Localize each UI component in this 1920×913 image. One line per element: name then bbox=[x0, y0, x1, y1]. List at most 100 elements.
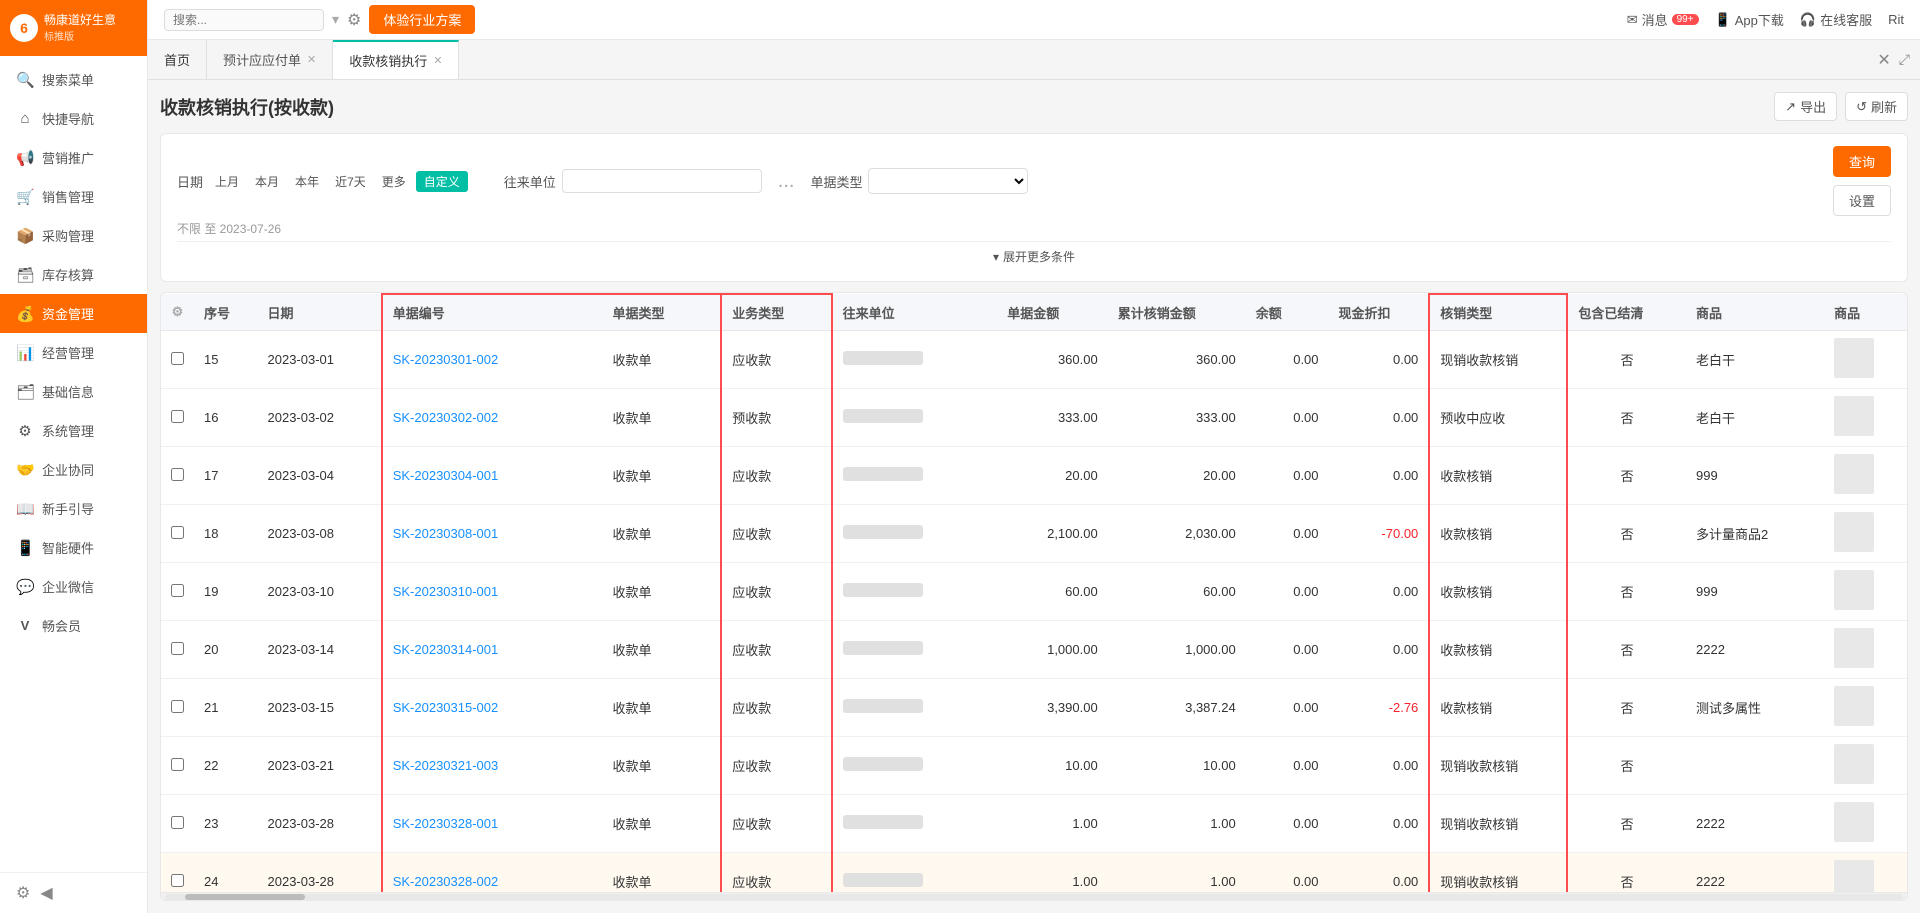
sidebar-item-hardware[interactable]: 📱 智能硬件 bbox=[0, 528, 147, 567]
sidebar-item-inventory[interactable]: 🗃 库存核算 bbox=[0, 255, 147, 294]
td-bill-no: SK-20230328-001 bbox=[382, 795, 603, 853]
td-accum-amount: 60.00 bbox=[1108, 563, 1246, 621]
bill-no-link[interactable]: SK-20230302-002 bbox=[393, 410, 499, 425]
th-settings[interactable]: ⚙ bbox=[161, 294, 194, 331]
td-amount: 333.00 bbox=[997, 389, 1107, 447]
td-checkbox[interactable] bbox=[161, 679, 194, 737]
tab-home[interactable]: 首页 bbox=[148, 40, 207, 79]
settings-icon[interactable]: ⚙ bbox=[16, 883, 30, 903]
date-btn-this-year[interactable]: 本年 bbox=[289, 171, 325, 192]
td-goods: 老白干 bbox=[1686, 331, 1824, 389]
td-goods2 bbox=[1824, 795, 1907, 853]
date-btn-this-month[interactable]: 本月 bbox=[249, 171, 285, 192]
sidebar-item-enterprise[interactable]: 🤝 企业协同 bbox=[0, 450, 147, 489]
td-checkbox[interactable] bbox=[161, 621, 194, 679]
bill-no-link[interactable]: SK-20230304-001 bbox=[393, 468, 499, 483]
export-button[interactable]: ↗ 导出 bbox=[1774, 92, 1837, 121]
sidebar-item-wechat[interactable]: 💬 企业微信 bbox=[0, 567, 147, 606]
sidebar-item-operation[interactable]: 📊 经营管理 bbox=[0, 333, 147, 372]
td-date: 2023-03-08 bbox=[258, 505, 382, 563]
th-verify-type: 核销类型 bbox=[1429, 294, 1567, 331]
horizontal-scrollbar[interactable] bbox=[161, 892, 1907, 900]
sidebar-item-purchase[interactable]: 📦 采购管理 bbox=[0, 216, 147, 255]
td-checkbox[interactable] bbox=[161, 795, 194, 853]
refresh-button[interactable]: ↺ 刷新 bbox=[1845, 92, 1908, 121]
td-biz-type: 应收款 bbox=[721, 505, 831, 563]
sidebar-item-system[interactable]: ⚙ 系统管理 bbox=[0, 411, 147, 450]
filter-settings-button[interactable]: 设置 bbox=[1833, 185, 1891, 216]
sidebar-item-quick-nav[interactable]: ⌂ 快捷导航 bbox=[0, 99, 147, 138]
solution-button[interactable]: 体验行业方案 bbox=[369, 5, 475, 34]
td-amount: 360.00 bbox=[997, 331, 1107, 389]
td-no: 23 bbox=[194, 795, 258, 853]
bill-no-link[interactable]: SK-20230328-002 bbox=[393, 874, 499, 889]
td-checkbox[interactable] bbox=[161, 389, 194, 447]
tab-pending-close[interactable]: ✕ bbox=[307, 53, 316, 66]
td-checkbox[interactable] bbox=[161, 563, 194, 621]
partner-filter-input[interactable] bbox=[562, 169, 762, 193]
online-service-link[interactable]: 🎧 在线客服 bbox=[1800, 10, 1872, 29]
tab-pending[interactable]: 预计应应付单 ✕ bbox=[207, 40, 333, 79]
filter-more-dots[interactable]: ... bbox=[778, 170, 795, 193]
bill-no-link[interactable]: SK-20230310-001 bbox=[393, 584, 499, 599]
td-goods2 bbox=[1824, 621, 1907, 679]
tab-receipt-exec[interactable]: 收款核销执行 ✕ bbox=[333, 40, 459, 79]
th-goods: 商品 bbox=[1686, 294, 1824, 331]
td-goods2 bbox=[1824, 853, 1907, 893]
td-include-settled: 否 bbox=[1567, 505, 1686, 563]
table-container[interactable]: ⚙ 序号 日期 单据编号 单据类型 业务类型 往来单位 单据金额 累计核销金额 … bbox=[161, 293, 1907, 892]
bill-no-link[interactable]: SK-20230321-003 bbox=[393, 758, 499, 773]
table-row: 17 2023-03-04 SK-20230304-001 收款单 应收款 20… bbox=[161, 447, 1907, 505]
bill-no-link[interactable]: SK-20230314-001 bbox=[393, 642, 499, 657]
tabbar-expand-icon[interactable]: ⤢ bbox=[1899, 51, 1910, 68]
app-download-link[interactable]: 📱 App下载 bbox=[1715, 10, 1784, 29]
bill-type-filter-select[interactable] bbox=[868, 168, 1028, 194]
td-no: 19 bbox=[194, 563, 258, 621]
sidebar-item-marketing[interactable]: 📢 营销推广 bbox=[0, 138, 147, 177]
td-cash-discount: -2.76 bbox=[1329, 679, 1430, 737]
th-include-settled: 包含已结清 bbox=[1567, 294, 1686, 331]
sidebar-item-guide[interactable]: 📖 新手引导 bbox=[0, 489, 147, 528]
td-checkbox[interactable] bbox=[161, 505, 194, 563]
user-account[interactable]: Rit bbox=[1888, 12, 1904, 27]
message-button[interactable]: ✉ 消息 99+ bbox=[1627, 10, 1699, 29]
td-checkbox[interactable] bbox=[161, 853, 194, 893]
td-checkbox[interactable] bbox=[161, 447, 194, 505]
collapse-icon[interactable]: ◀ bbox=[40, 883, 52, 903]
query-button[interactable]: 查询 bbox=[1833, 146, 1891, 177]
sidebar-item-search[interactable]: 🔍 搜索菜单 bbox=[0, 60, 147, 99]
sidebar-item-sales[interactable]: 🛒 销售管理 bbox=[0, 177, 147, 216]
bill-no-link[interactable]: SK-20230315-002 bbox=[393, 700, 499, 715]
td-accum-amount: 360.00 bbox=[1108, 331, 1246, 389]
message-badge: 99+ bbox=[1672, 14, 1699, 25]
td-balance: 0.00 bbox=[1246, 505, 1329, 563]
bill-no-link[interactable]: SK-20230328-001 bbox=[393, 816, 499, 831]
td-partner bbox=[832, 853, 998, 893]
filter-expand-btn[interactable]: ▾ 展开更多条件 bbox=[177, 241, 1891, 269]
td-checkbox[interactable] bbox=[161, 737, 194, 795]
date-btn-custom[interactable]: 自定义 bbox=[416, 171, 468, 192]
sidebar-item-member[interactable]: V 畅会员 bbox=[0, 606, 147, 645]
td-include-settled: 否 bbox=[1567, 447, 1686, 505]
td-include-settled: 否 bbox=[1567, 331, 1686, 389]
bill-no-link[interactable]: SK-20230308-001 bbox=[393, 526, 499, 541]
td-verify-type: 收款核销 bbox=[1429, 447, 1567, 505]
th-date: 日期 bbox=[258, 294, 382, 331]
date-btn-more[interactable]: 更多 bbox=[376, 171, 412, 192]
tab-receipt-close[interactable]: ✕ bbox=[433, 54, 442, 67]
sidebar-item-finance[interactable]: 💰 资金管理 bbox=[0, 294, 147, 333]
sidebar-item-basic[interactable]: 🗂 基础信息 bbox=[0, 372, 147, 411]
bill-no-link[interactable]: SK-20230301-002 bbox=[393, 352, 499, 367]
app-label: App下载 bbox=[1735, 10, 1784, 29]
scrollbar-thumb[interactable] bbox=[185, 894, 305, 900]
date-btn-last-month[interactable]: 上月 bbox=[209, 171, 245, 192]
topbar-gear-icon[interactable]: ⚙ bbox=[347, 10, 361, 30]
td-date: 2023-03-21 bbox=[258, 737, 382, 795]
topbar-search-input[interactable] bbox=[164, 9, 324, 31]
topbar-dropdown-icon[interactable]: ▾ bbox=[332, 11, 339, 28]
table-row: 22 2023-03-21 SK-20230321-003 收款单 应收款 10… bbox=[161, 737, 1907, 795]
tabbar-close-icon[interactable]: ✕ bbox=[1877, 50, 1890, 70]
basic-icon: 🗂 bbox=[16, 383, 34, 401]
td-checkbox[interactable] bbox=[161, 331, 194, 389]
date-btn-7days[interactable]: 近7天 bbox=[329, 171, 372, 192]
